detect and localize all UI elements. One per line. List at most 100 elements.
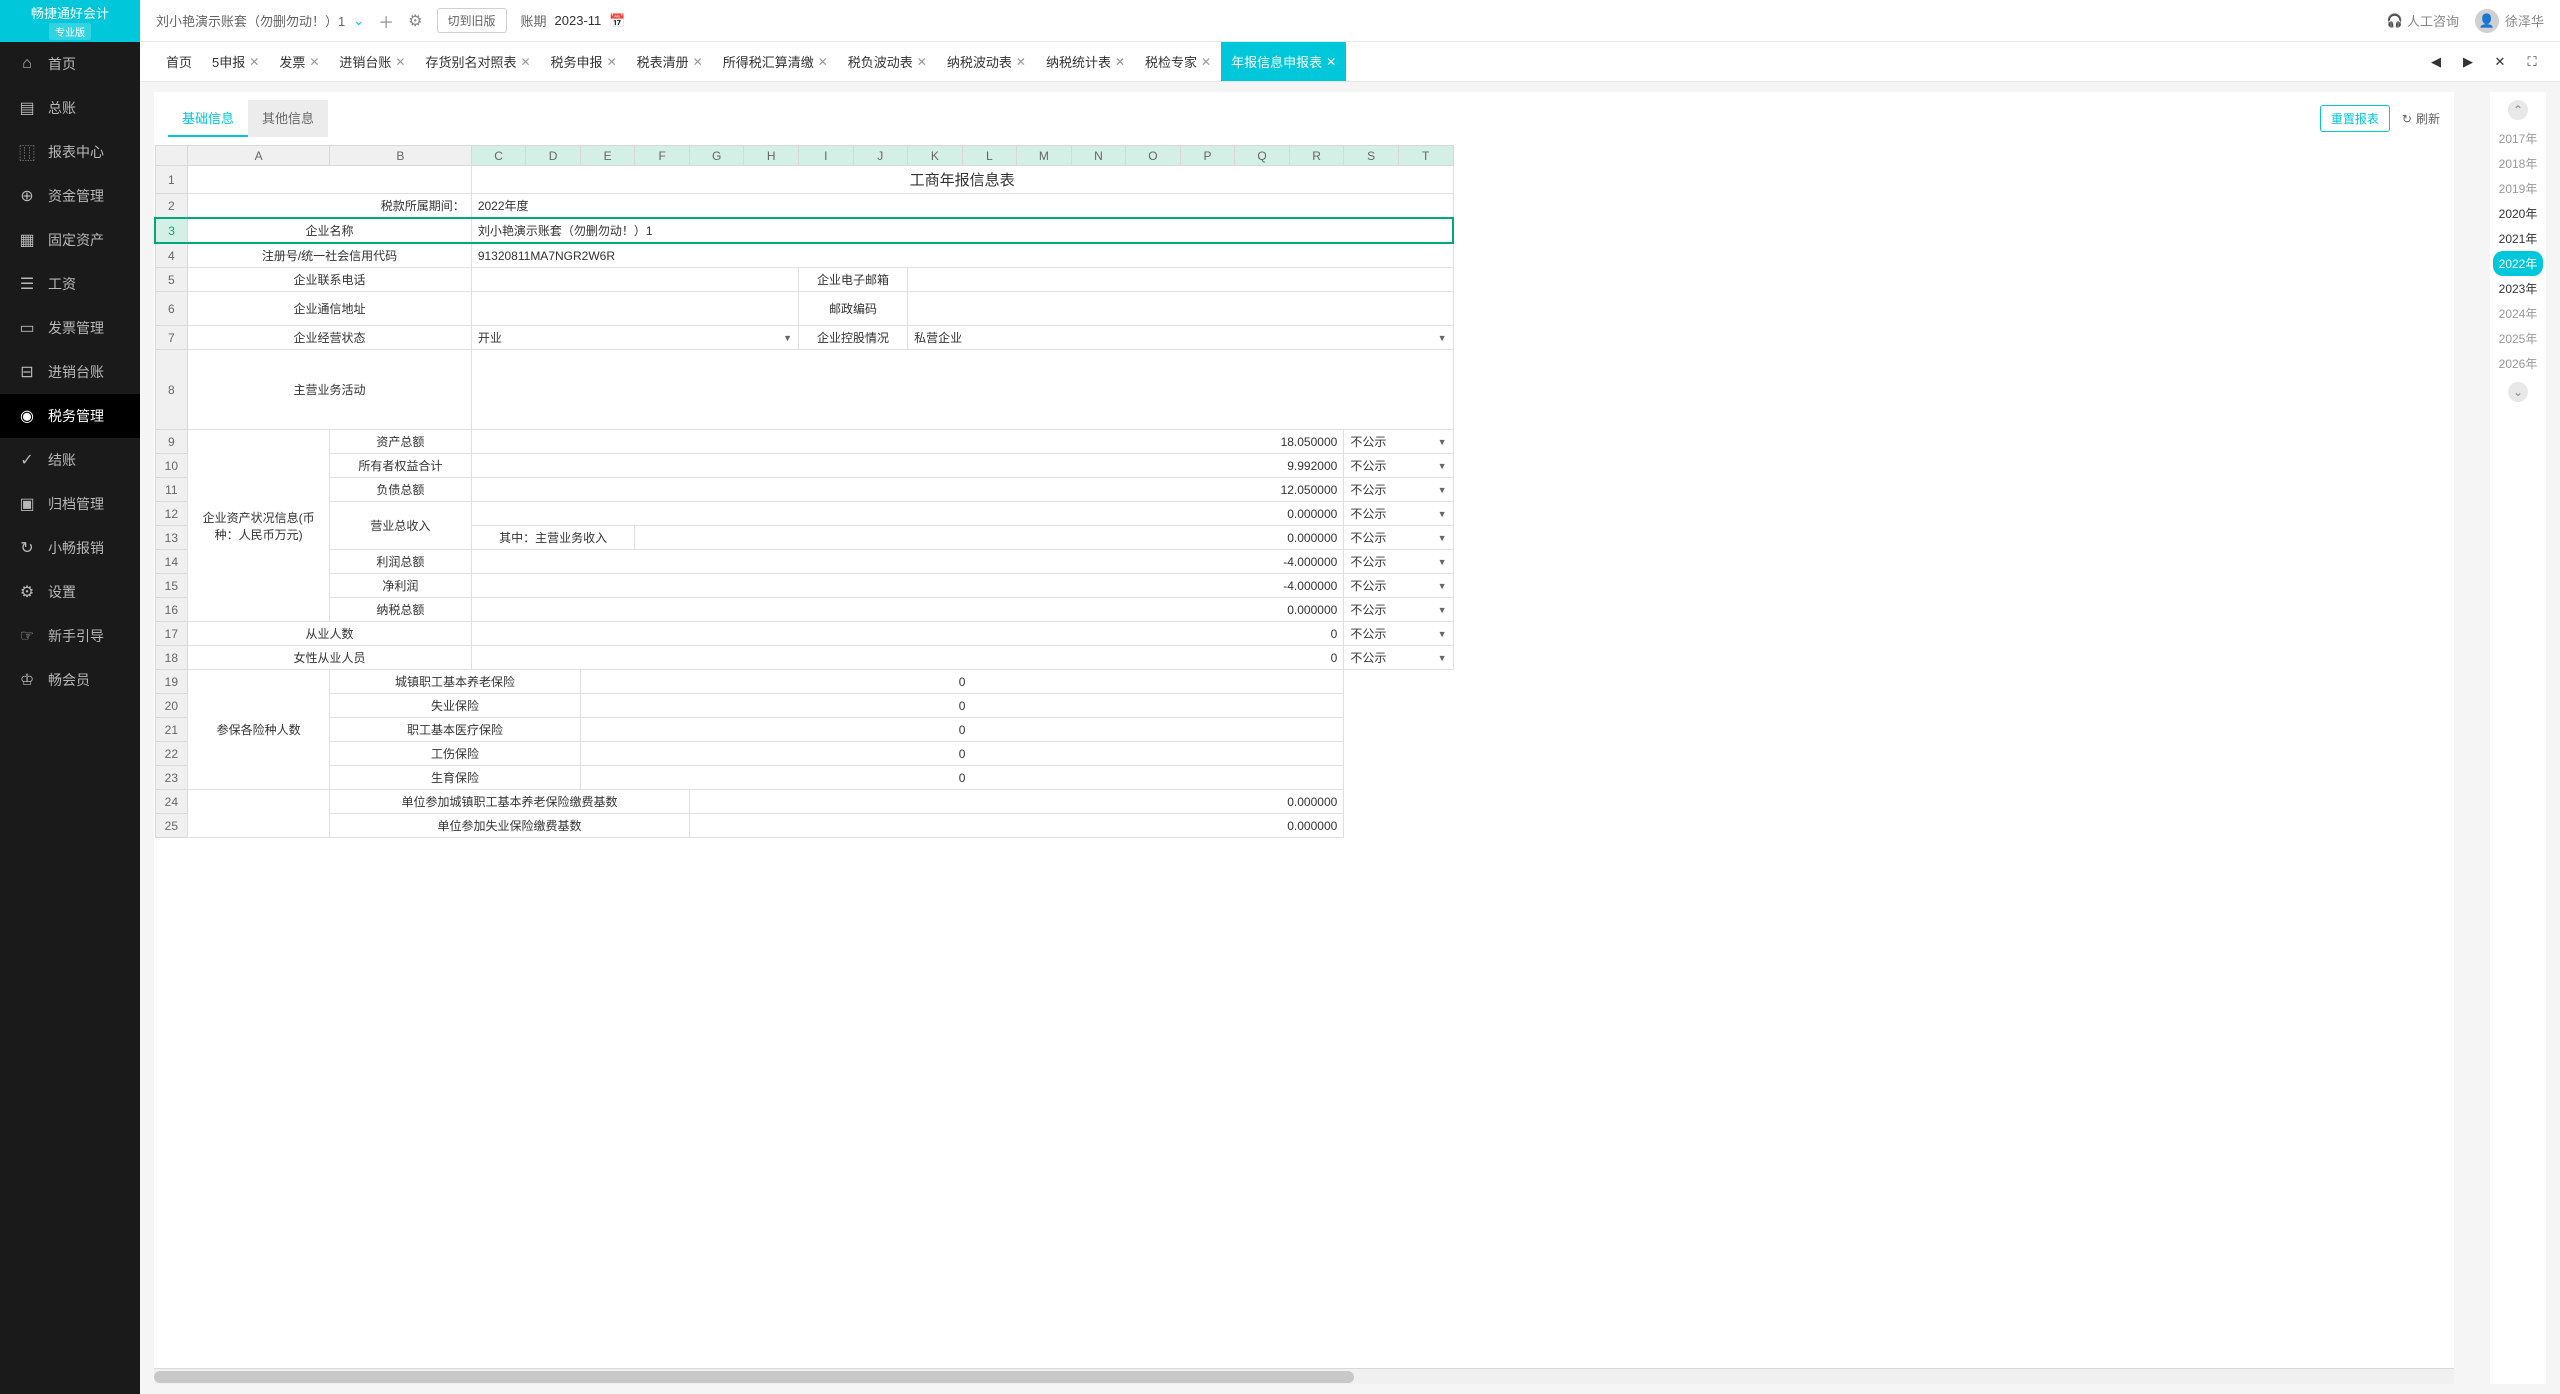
tab[interactable]: 5申报✕ (202, 42, 269, 81)
column-header[interactable]: C (471, 146, 526, 166)
cell[interactable]: 2022年度 (471, 194, 1453, 219)
row-number[interactable]: 17 (155, 622, 188, 646)
cell[interactable]: 刘小艳演示账套（勿删勿动！）1 (471, 218, 1453, 243)
spreadsheet[interactable]: ABCDEFGHIJKLMNOPQRST 1工商年报信息表2税款所属期间：202… (154, 145, 2454, 1368)
reset-button[interactable]: 重置报表 (2320, 105, 2390, 132)
column-header[interactable]: O (1126, 146, 1181, 166)
row-number[interactable]: 4 (155, 243, 188, 268)
cell[interactable]: 0 (580, 670, 1343, 694)
cell[interactable] (471, 268, 798, 292)
cell[interactable]: 0 (580, 766, 1343, 790)
column-header[interactable]: Q (1235, 146, 1290, 166)
row-number[interactable]: 2 (155, 194, 188, 219)
column-header[interactable]: T (1398, 146, 1453, 166)
column-header[interactable]: M (1017, 146, 1072, 166)
cell[interactable]: 参保各险种人数 (188, 670, 330, 790)
column-header[interactable]: G (689, 146, 744, 166)
nav-item-3[interactable]: ⊕资金管理 (0, 174, 140, 218)
column-header[interactable]: I (799, 146, 854, 166)
row-number[interactable]: 23 (155, 766, 188, 790)
sub-tab-basic[interactable]: 基础信息 (168, 100, 248, 137)
column-header[interactable]: D (526, 146, 581, 166)
nav-item-11[interactable]: ↻小畅报销 (0, 526, 140, 570)
column-header[interactable]: A (188, 146, 330, 166)
cell[interactable]: 工伤保险 (330, 742, 581, 766)
nav-item-13[interactable]: ☞新手引导 (0, 614, 140, 658)
tab[interactable]: 发票✕ (269, 42, 329, 81)
nav-item-1[interactable]: ▤总账 (0, 86, 140, 130)
close-icon[interactable]: ✕ (1115, 55, 1125, 69)
cell[interactable]: 企业资产状况信息(币种：人民币万元) (188, 430, 330, 622)
close-icon[interactable]: ✕ (249, 55, 259, 69)
year-item[interactable]: 2021年 (2493, 226, 2544, 251)
cell[interactable] (908, 292, 1453, 326)
close-icon[interactable]: ✕ (818, 55, 828, 69)
cell[interactable]: 资产总额 (330, 430, 472, 454)
column-header[interactable]: R (1289, 146, 1344, 166)
column-header[interactable]: F (635, 146, 690, 166)
cell[interactable]: 生育保险 (330, 766, 581, 790)
cell[interactable]: 企业联系电话 (188, 268, 472, 292)
row-number[interactable]: 15 (155, 574, 188, 598)
cell[interactable]: 私营企业 (908, 326, 1453, 350)
close-icon[interactable]: ✕ (693, 55, 703, 69)
refresh-button[interactable]: ↻刷新 (2402, 110, 2440, 127)
cell[interactable]: 城镇职工基本养老保险 (330, 670, 581, 694)
row-number[interactable]: 5 (155, 268, 188, 292)
cell[interactable]: 主营业务活动 (188, 350, 472, 430)
cell[interactable]: 不公示 (1344, 526, 1453, 550)
cell[interactable]: 女性从业人员 (188, 646, 472, 670)
cell[interactable]: 0 (471, 622, 1344, 646)
horizontal-scrollbar[interactable] (154, 1368, 2454, 1384)
row-number[interactable]: 24 (155, 790, 188, 814)
cell[interactable]: 纳税总额 (330, 598, 472, 622)
cell[interactable]: 0 (580, 694, 1343, 718)
cell[interactable]: 负债总额 (330, 478, 472, 502)
close-icon[interactable]: ✕ (395, 55, 405, 69)
year-item[interactable]: 2020年 (2493, 201, 2544, 226)
cell[interactable]: 9.992000 (471, 454, 1344, 478)
nav-item-2[interactable]: ⿲报表中心 (0, 130, 140, 174)
cell[interactable]: 营业总收入 (330, 502, 472, 550)
cell[interactable]: 企业电子邮箱 (799, 268, 908, 292)
nav-item-4[interactable]: ▦固定资产 (0, 218, 140, 262)
cell[interactable]: 不公示 (1344, 622, 1453, 646)
cell[interactable]: 18.050000 (471, 430, 1344, 454)
nav-item-12[interactable]: ⚙设置 (0, 570, 140, 614)
tab-prev-button[interactable]: ◀ (2424, 50, 2448, 74)
vertical-scrollbar[interactable] (2464, 92, 2480, 1384)
cell[interactable]: 0.000000 (689, 790, 1343, 814)
cell[interactable]: 职工基本医疗保险 (330, 718, 581, 742)
tab[interactable]: 纳税统计表✕ (1036, 42, 1135, 81)
cell[interactable]: 0.000000 (689, 814, 1343, 838)
year-item[interactable]: 2023年 (2493, 276, 2544, 301)
cell[interactable]: -4.000000 (471, 574, 1344, 598)
column-header[interactable]: E (580, 146, 635, 166)
nav-item-14[interactable]: ♔畅会员 (0, 658, 140, 702)
cell[interactable]: 所有者权益合计 (330, 454, 472, 478)
cell[interactable] (188, 790, 330, 838)
settings-icon[interactable]: ⚙ (408, 11, 422, 31)
fullscreen-button[interactable]: ⛶ (2520, 50, 2544, 74)
year-down-button[interactable]: ⌄ (2508, 382, 2528, 402)
tab[interactable]: 税负波动表✕ (838, 42, 937, 81)
column-header[interactable]: L (962, 146, 1017, 166)
row-number[interactable]: 1 (155, 166, 188, 194)
tab[interactable]: 税检专家✕ (1135, 42, 1221, 81)
cell[interactable]: 注册号/统一社会信用代码 (188, 243, 472, 268)
tab[interactable]: 税表清册✕ (627, 42, 713, 81)
cell[interactable]: 0.000000 (471, 502, 1344, 526)
support-link[interactable]: 🎧 人工咨询 (2387, 11, 2459, 30)
cell[interactable]: 单位参加城镇职工基本养老保险缴费基数 (330, 790, 690, 814)
cell[interactable]: 其中：主营业务收入 (471, 526, 635, 550)
cell[interactable]: -4.000000 (471, 550, 1344, 574)
tab[interactable]: 税务申报✕ (541, 42, 627, 81)
cell[interactable]: 净利润 (330, 574, 472, 598)
row-number[interactable]: 13 (155, 526, 188, 550)
nav-item-9[interactable]: ✓结账 (0, 438, 140, 482)
tab-next-button[interactable]: ▶ (2456, 50, 2480, 74)
cell[interactable]: 利润总额 (330, 550, 472, 574)
user-menu[interactable]: 👤 徐泽华 (2475, 9, 2544, 33)
cell[interactable]: 单位参加失业保险缴费基数 (330, 814, 690, 838)
account-selector[interactable]: 刘小艳演示账套（勿删勿动！）1 ⌄ (156, 11, 364, 30)
